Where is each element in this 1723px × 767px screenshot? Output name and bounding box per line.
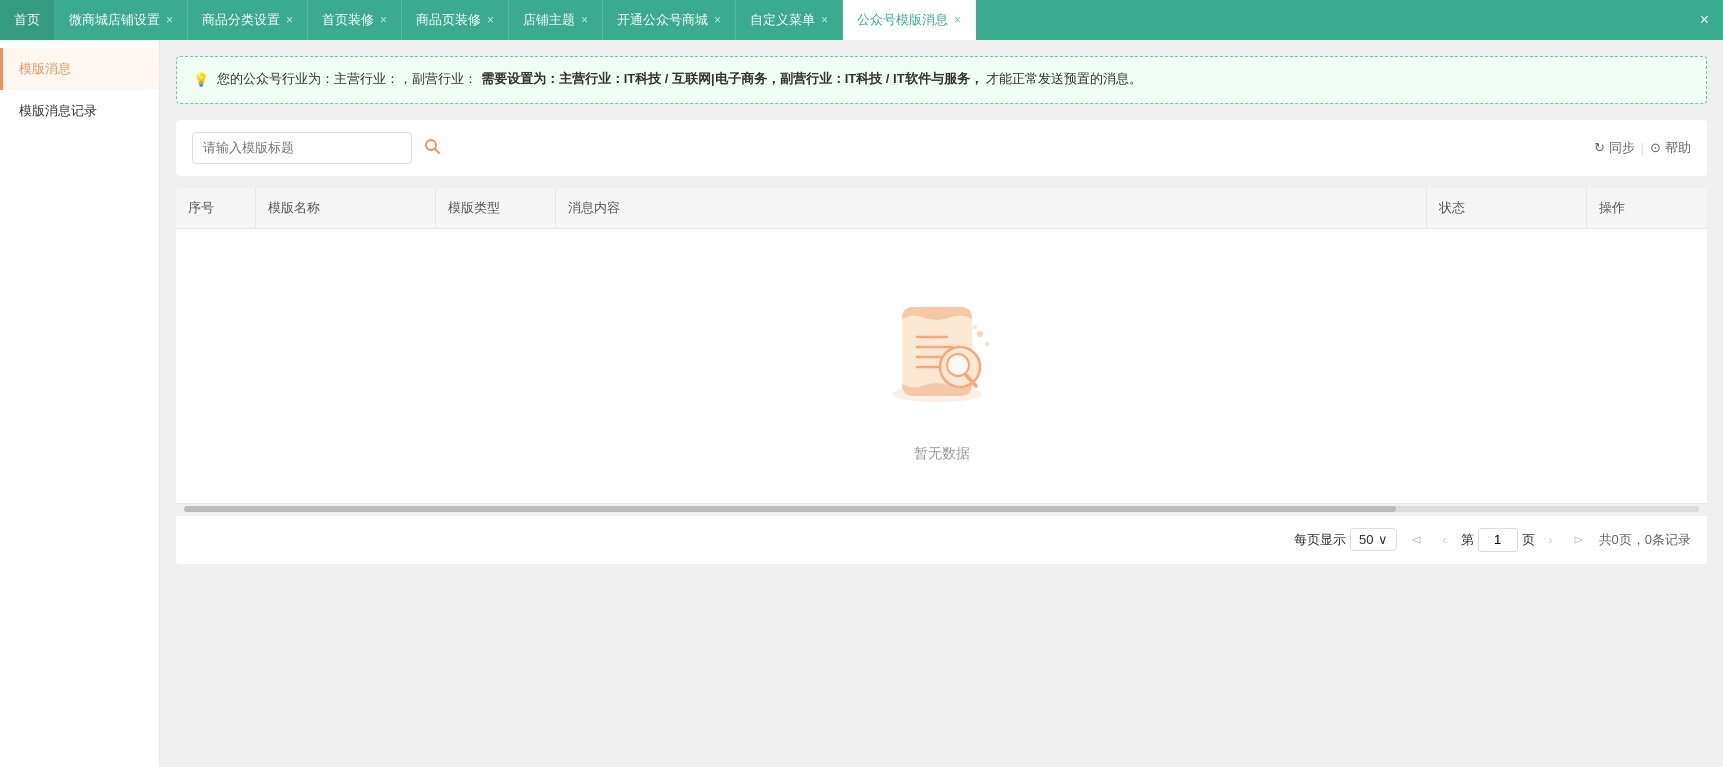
main-layout: 模版消息 模版消息记录 💡 您的公众号行业为：主营行业：，副营行业： 需要设置为…: [0, 40, 1723, 767]
tab-open-mall-label: 开通公众号商城: [617, 11, 708, 29]
tab-category-settings-close[interactable]: ×: [286, 14, 293, 26]
search-right: ↻ 同步 | ⊙ 帮助: [1594, 139, 1691, 157]
tab-store-theme[interactable]: 店铺主题 ×: [509, 0, 603, 40]
tab-product-decor-label: 商品页装修: [416, 11, 481, 29]
pagination: 每页显示 50 ∨ ⊲ ‹ 第 页 › ⊳ 共0页，0条记录: [176, 515, 1707, 564]
tab-store-theme-label: 店铺主题: [523, 11, 575, 29]
page-label-suffix: 页: [1522, 531, 1535, 549]
sidebar-item-template-msg-record-label: 模版消息记录: [19, 103, 97, 118]
table-header: 序号 模版名称 模版类型 消息内容 状态 操作: [176, 188, 1707, 229]
svg-point-10: [977, 331, 983, 337]
tab-open-mall[interactable]: 开通公众号商城 ×: [603, 0, 736, 40]
tab-store-theme-close[interactable]: ×: [581, 14, 588, 26]
last-page-button[interactable]: ⊳: [1567, 528, 1591, 552]
tab-template-msg-close[interactable]: ×: [954, 14, 961, 26]
bulb-icon: 💡: [193, 70, 209, 91]
th-type: 模版类型: [436, 188, 556, 228]
sidebar: 模版消息 模版消息记录: [0, 40, 160, 767]
prev-page-button[interactable]: ‹: [1433, 528, 1457, 552]
data-table: 序号 模版名称 模版类型 消息内容 状态 操作: [176, 188, 1707, 564]
tab-custom-menu-label: 自定义菜单: [750, 11, 815, 29]
first-page-button[interactable]: ⊲: [1405, 528, 1429, 552]
sidebar-item-template-msg-label: 模版消息: [19, 61, 71, 76]
tab-shop-settings-label: 微商城店铺设置: [69, 11, 160, 29]
th-name: 模版名称: [256, 188, 436, 228]
tab-home-decor-close[interactable]: ×: [380, 14, 387, 26]
help-icon: ⊙: [1650, 140, 1661, 155]
sync-label: 同步: [1609, 139, 1635, 157]
page-size-dropdown[interactable]: 50 ∨: [1350, 528, 1396, 551]
dropdown-chevron-icon: ∨: [1378, 532, 1388, 547]
search-left: [192, 132, 444, 164]
svg-point-12: [973, 325, 977, 329]
notice-banner: 💡 您的公众号行业为：主营行业：，副营行业： 需要设置为：主营行业：IT科技 /…: [176, 56, 1707, 104]
svg-point-8: [947, 354, 969, 376]
tab-shop-settings-close[interactable]: ×: [166, 14, 173, 26]
tab-home-decor[interactable]: 首页装修 ×: [308, 0, 402, 40]
page-total: 共0页，0条记录: [1599, 531, 1691, 549]
content-area: 💡 您的公众号行业为：主营行业：，副营行业： 需要设置为：主营行业：IT科技 /…: [160, 40, 1723, 767]
tab-home[interactable]: 首页: [0, 0, 55, 40]
svg-line-1: [435, 149, 439, 153]
divider: |: [1641, 140, 1644, 155]
page-size-select: 每页显示 50 ∨: [1294, 528, 1396, 551]
scroll-thumb[interactable]: [184, 506, 1396, 512]
tab-home-label: 首页: [14, 11, 40, 29]
th-status: 状态: [1427, 188, 1587, 228]
notice-highlight: 需要设置为：主营行业：IT科技 / 互联网|电子商务，副营行业：IT科技 / I…: [481, 71, 983, 86]
next-page-button[interactable]: ›: [1539, 528, 1563, 552]
search-button[interactable]: [420, 134, 444, 162]
page-label-prefix: 第: [1461, 531, 1474, 549]
empty-text: 暂无数据: [914, 445, 970, 463]
th-action: 操作: [1587, 188, 1707, 228]
tab-template-msg[interactable]: 公众号模版消息 ×: [843, 0, 976, 40]
page-nav: ⊲ ‹ 第 页 › ⊳: [1405, 528, 1591, 552]
notice-suffix: 才能正常发送预置的消息。: [986, 71, 1142, 86]
search-input[interactable]: [192, 132, 412, 164]
tab-category-settings-label: 商品分类设置: [202, 11, 280, 29]
tab-template-msg-label: 公众号模版消息: [857, 11, 948, 29]
th-content: 消息内容: [556, 188, 1427, 228]
horizontal-scrollbar[interactable]: [176, 503, 1707, 515]
help-button[interactable]: ⊙ 帮助: [1650, 139, 1691, 157]
page-size-value: 50: [1359, 532, 1373, 547]
tab-home-decor-label: 首页装修: [322, 11, 374, 29]
sync-button[interactable]: ↻ 同步: [1594, 139, 1635, 157]
tab-open-mall-close[interactable]: ×: [714, 14, 721, 26]
help-label: 帮助: [1665, 139, 1691, 157]
page-size-label: 每页显示: [1294, 531, 1346, 549]
search-icon: [424, 140, 440, 157]
search-bar: ↻ 同步 | ⊙ 帮助: [176, 120, 1707, 176]
tab-custom-menu-close[interactable]: ×: [821, 14, 828, 26]
tab-category-settings[interactable]: 商品分类设置 ×: [188, 0, 308, 40]
sidebar-item-template-msg-record[interactable]: 模版消息记录: [0, 90, 159, 132]
tab-custom-menu[interactable]: 自定义菜单 ×: [736, 0, 843, 40]
svg-point-11: [985, 342, 989, 346]
sidebar-item-template-msg[interactable]: 模版消息: [0, 48, 159, 90]
tab-bar: 首页 微商城店铺设置 × 商品分类设置 × 首页装修 × 商品页装修 × 店铺主…: [0, 0, 1723, 40]
empty-state: 暂无数据: [176, 229, 1707, 503]
scroll-track[interactable]: [184, 506, 1699, 512]
sync-icon: ↻: [1594, 140, 1605, 155]
tab-product-decor-close[interactable]: ×: [487, 14, 494, 26]
tab-product-decor[interactable]: 商品页装修 ×: [402, 0, 509, 40]
page-number-input[interactable]: [1478, 528, 1518, 552]
notice-text: 您的公众号行业为：主营行业：，副营行业： 需要设置为：主营行业：IT科技 / 互…: [217, 69, 1142, 90]
empty-icon: [872, 289, 1012, 429]
th-index: 序号: [176, 188, 256, 228]
tab-shop-settings[interactable]: 微商城店铺设置 ×: [55, 0, 188, 40]
close-all-button[interactable]: ×: [1686, 0, 1723, 40]
notice-prefix: 您的公众号行业为：主营行业：，副营行业：: [217, 71, 477, 86]
